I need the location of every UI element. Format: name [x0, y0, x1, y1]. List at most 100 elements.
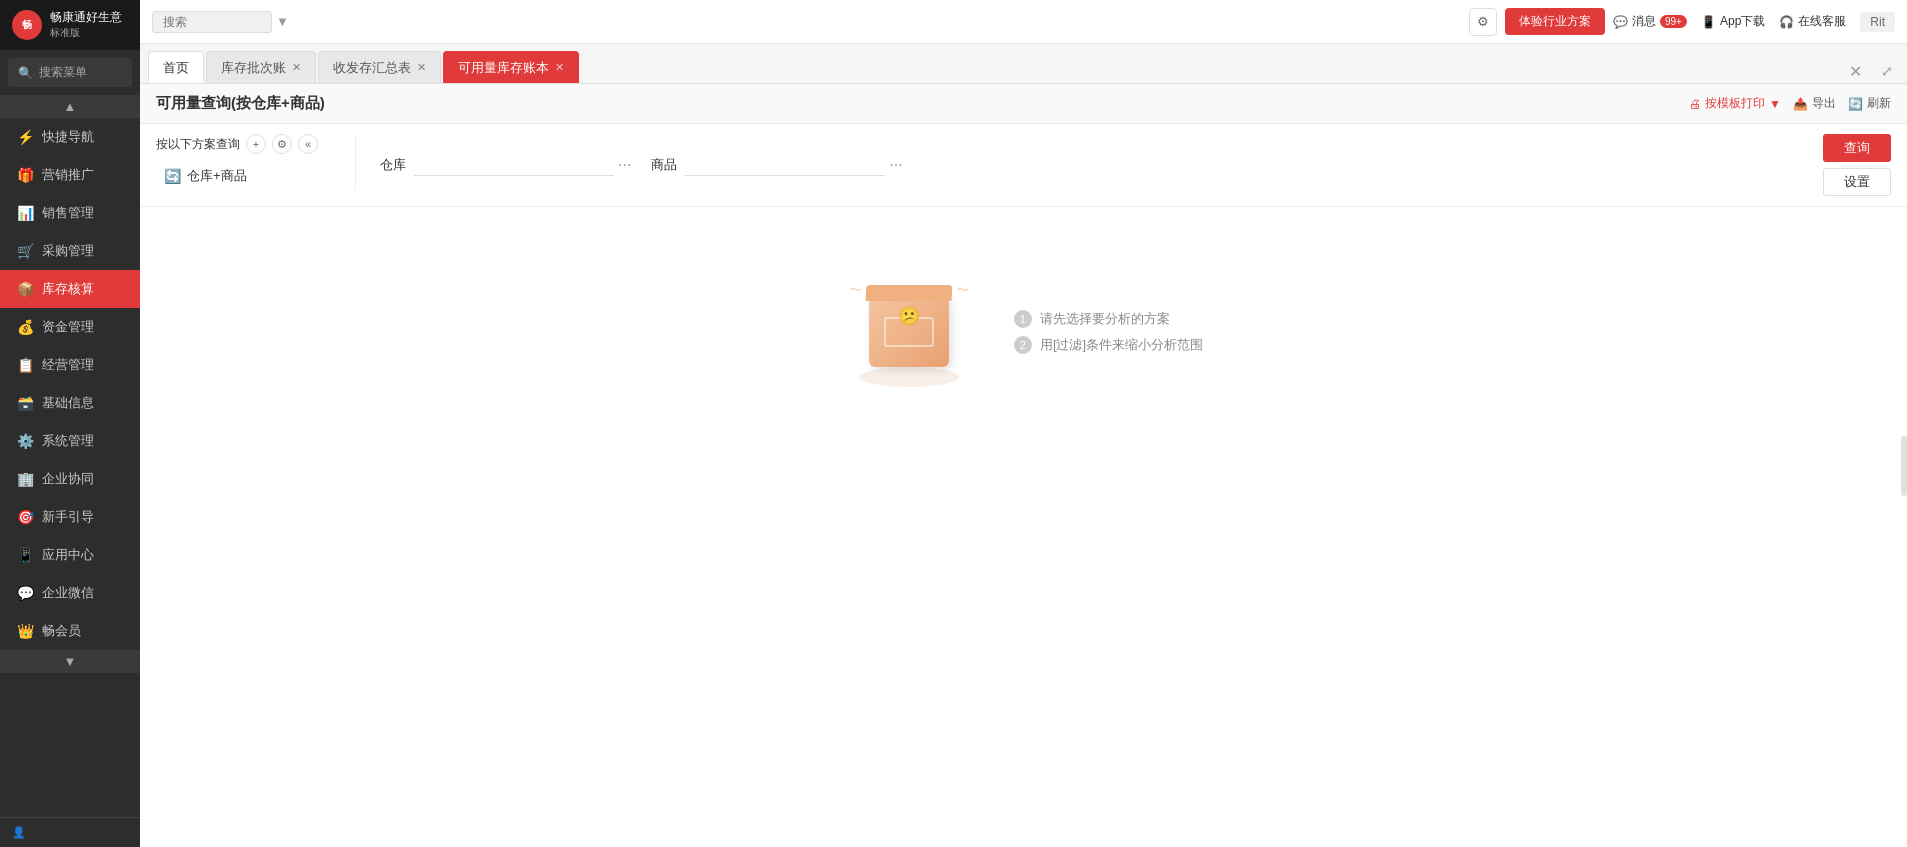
- nav-label-basic: 基础信息: [42, 394, 94, 412]
- page-header: 可用量查询(按仓库+商品) 🖨 按模板打印 ▼ 📤 导出 🔄 刷新: [140, 84, 1907, 124]
- add-scheme-btn[interactable]: +: [246, 134, 266, 154]
- operation-icon: 📋: [16, 357, 34, 373]
- goods-field-label: 商品: [651, 156, 677, 174]
- tab-home[interactable]: 首页: [148, 51, 204, 83]
- nav-label-member: 畅会员: [42, 622, 81, 640]
- illustration-box: 😕: [869, 297, 949, 367]
- sidebar-item-purchase[interactable]: 🛒 采购管理: [0, 232, 140, 270]
- warehouse-more-btn[interactable]: ···: [618, 156, 631, 174]
- user-avatar[interactable]: Rit: [1860, 12, 1895, 32]
- sidebar-header: 畅 畅康通好生意 标准版: [0, 0, 140, 50]
- sidebar: 畅 畅康通好生意 标准版 🔍 搜索菜单 ▲ ⚡ 快捷导航 🎁 营销推广 📊 销售…: [0, 0, 140, 847]
- scroll-up-btn[interactable]: ▲: [0, 95, 140, 118]
- sidebar-item-member[interactable]: 👑 畅会员: [0, 612, 140, 650]
- sidebar-nav: ▲ ⚡ 快捷导航 🎁 营销推广 📊 销售管理 🛒 采购管理 📦 库存核算 💰 资…: [0, 95, 140, 817]
- sidebar-search[interactable]: 🔍 搜索菜单: [8, 58, 132, 87]
- goods-input[interactable]: [685, 154, 885, 176]
- footer-icon: 👤: [12, 826, 26, 838]
- topbar-breadcrumb: ▼: [152, 11, 1461, 33]
- export-label: 导出: [1812, 95, 1836, 112]
- goods-more-btn[interactable]: ···: [889, 156, 902, 174]
- enterprise-icon: 🏢: [16, 471, 34, 487]
- sidebar-item-basic[interactable]: 🗃️ 基础信息: [0, 384, 140, 422]
- sales-icon: 📊: [16, 205, 34, 221]
- tab-batch[interactable]: 库存批次账 ✕: [206, 51, 316, 83]
- print-template-btn[interactable]: 🖨 按模板打印 ▼: [1689, 95, 1781, 112]
- nav-label-inventory: 库存核算: [42, 280, 94, 298]
- tab-summary-close-icon[interactable]: ✕: [417, 61, 426, 74]
- tab-available-close-icon[interactable]: ✕: [555, 61, 564, 74]
- scheme-label: 仓库+商品: [187, 167, 247, 185]
- tabs-bar: 首页 库存批次账 ✕ 收发存汇总表 ✕ 可用量库存账本 ✕ ✕ ⤢: [140, 44, 1907, 84]
- sidebar-item-guide[interactable]: 🎯 新手引导: [0, 498, 140, 536]
- filter-field-goods: 商品 ···: [651, 154, 902, 176]
- settings-btn[interactable]: 设置: [1823, 168, 1891, 196]
- tab-summary[interactable]: 收发存汇总表 ✕: [318, 51, 441, 83]
- member-icon: 👑: [16, 623, 34, 639]
- tab-available-label: 可用量库存账本: [458, 59, 549, 77]
- refresh-icon: 🔄: [1848, 97, 1863, 111]
- search-icon: 🔍: [18, 66, 33, 80]
- sidebar-footer[interactable]: 👤: [0, 817, 140, 847]
- service-icon: 🎧: [1779, 15, 1794, 29]
- shortcut-icon: ⚡: [16, 129, 34, 145]
- basic-icon: 🗃️: [16, 395, 34, 411]
- app-center-icon: 📱: [16, 547, 34, 563]
- filter-section-title: 按以下方案查询 + ⚙ «: [156, 134, 343, 154]
- collapse-btn[interactable]: «: [298, 134, 318, 154]
- box-face-icon: 😕: [898, 305, 920, 327]
- search-label: 搜索菜单: [39, 64, 87, 81]
- sidebar-item-inventory[interactable]: 📦 库存核算: [0, 270, 140, 308]
- nav-label-app-center: 应用中心: [42, 546, 94, 564]
- scroll-indicator: [1901, 436, 1907, 496]
- sidebar-item-finance[interactable]: 💰 资金管理: [0, 308, 140, 346]
- sidebar-item-app-center[interactable]: 📱 应用中心: [0, 536, 140, 574]
- breadcrumb-input[interactable]: [152, 11, 272, 33]
- online-service-btn[interactable]: 🎧 在线客服: [1779, 13, 1846, 30]
- empty-tip-2: 2 用[过滤]条件来缩小分析范围: [1014, 336, 1203, 354]
- topbar-gear-btn[interactable]: ⚙: [1469, 8, 1497, 36]
- content-area: 可用量查询(按仓库+商品) 🖨 按模板打印 ▼ 📤 导出 🔄 刷新: [140, 84, 1907, 847]
- expand-btn[interactable]: ⤢: [1875, 59, 1899, 83]
- app-icon: 📱: [1701, 15, 1716, 29]
- purchase-icon: 🛒: [16, 243, 34, 259]
- service-label: 在线客服: [1798, 13, 1846, 30]
- sidebar-item-marketing[interactable]: 🎁 营销推广: [0, 156, 140, 194]
- message-icon: 💬: [1613, 15, 1628, 29]
- message-label: 消息: [1632, 13, 1656, 30]
- illustration-sparkle-right: ~: [956, 277, 969, 303]
- tip-text-1: 请先选择要分析的方案: [1040, 310, 1170, 328]
- refresh-btn[interactable]: 🔄 刷新: [1848, 95, 1891, 112]
- message-btn[interactable]: 💬 消息 99+: [1613, 13, 1687, 30]
- sidebar-item-operation[interactable]: 📋 经营管理: [0, 346, 140, 384]
- user-name: Rit: [1870, 15, 1885, 29]
- tab-available[interactable]: 可用量库存账本 ✕: [443, 51, 579, 83]
- warehouse-input[interactable]: [414, 154, 614, 176]
- app-download-label: App下载: [1720, 13, 1765, 30]
- system-icon: ⚙️: [16, 433, 34, 449]
- sidebar-item-system[interactable]: ⚙️ 系统管理: [0, 422, 140, 460]
- query-btn[interactable]: 查询: [1823, 134, 1891, 162]
- sidebar-item-wechat[interactable]: 💬 企业微信: [0, 574, 140, 612]
- sidebar-item-shortcut[interactable]: ⚡ 快捷导航: [0, 118, 140, 156]
- export-icon: 📤: [1793, 97, 1808, 111]
- empty-illustration: 😕 ~ ~: [844, 267, 974, 397]
- warehouse-field-label: 仓库: [380, 156, 406, 174]
- marketing-icon: 🎁: [16, 167, 34, 183]
- guide-icon: 🎯: [16, 509, 34, 525]
- sidebar-item-sales[interactable]: 📊 销售管理: [0, 194, 140, 232]
- app-download-btn[interactable]: 📱 App下载: [1701, 13, 1765, 30]
- sidebar-item-enterprise[interactable]: 🏢 企业协同: [0, 460, 140, 498]
- scheme-settings-btn[interactable]: ⚙: [272, 134, 292, 154]
- app-title: 畅康通好生意: [50, 10, 122, 26]
- nav-label-purchase: 采购管理: [42, 242, 94, 260]
- scheme-warehouse-goods[interactable]: 🔄 仓库+商品: [156, 162, 343, 190]
- print-icon: 🖨: [1689, 97, 1701, 111]
- close-tab-btn[interactable]: ✕: [1843, 59, 1867, 83]
- export-btn[interactable]: 📤 导出: [1793, 95, 1836, 112]
- illustration-lid: [865, 285, 952, 301]
- nav-label-sales: 销售管理: [42, 204, 94, 222]
- scroll-down-btn[interactable]: ▼: [0, 650, 140, 673]
- tab-batch-close-icon[interactable]: ✕: [292, 61, 301, 74]
- trial-industry-btn[interactable]: 体验行业方案: [1505, 8, 1605, 35]
